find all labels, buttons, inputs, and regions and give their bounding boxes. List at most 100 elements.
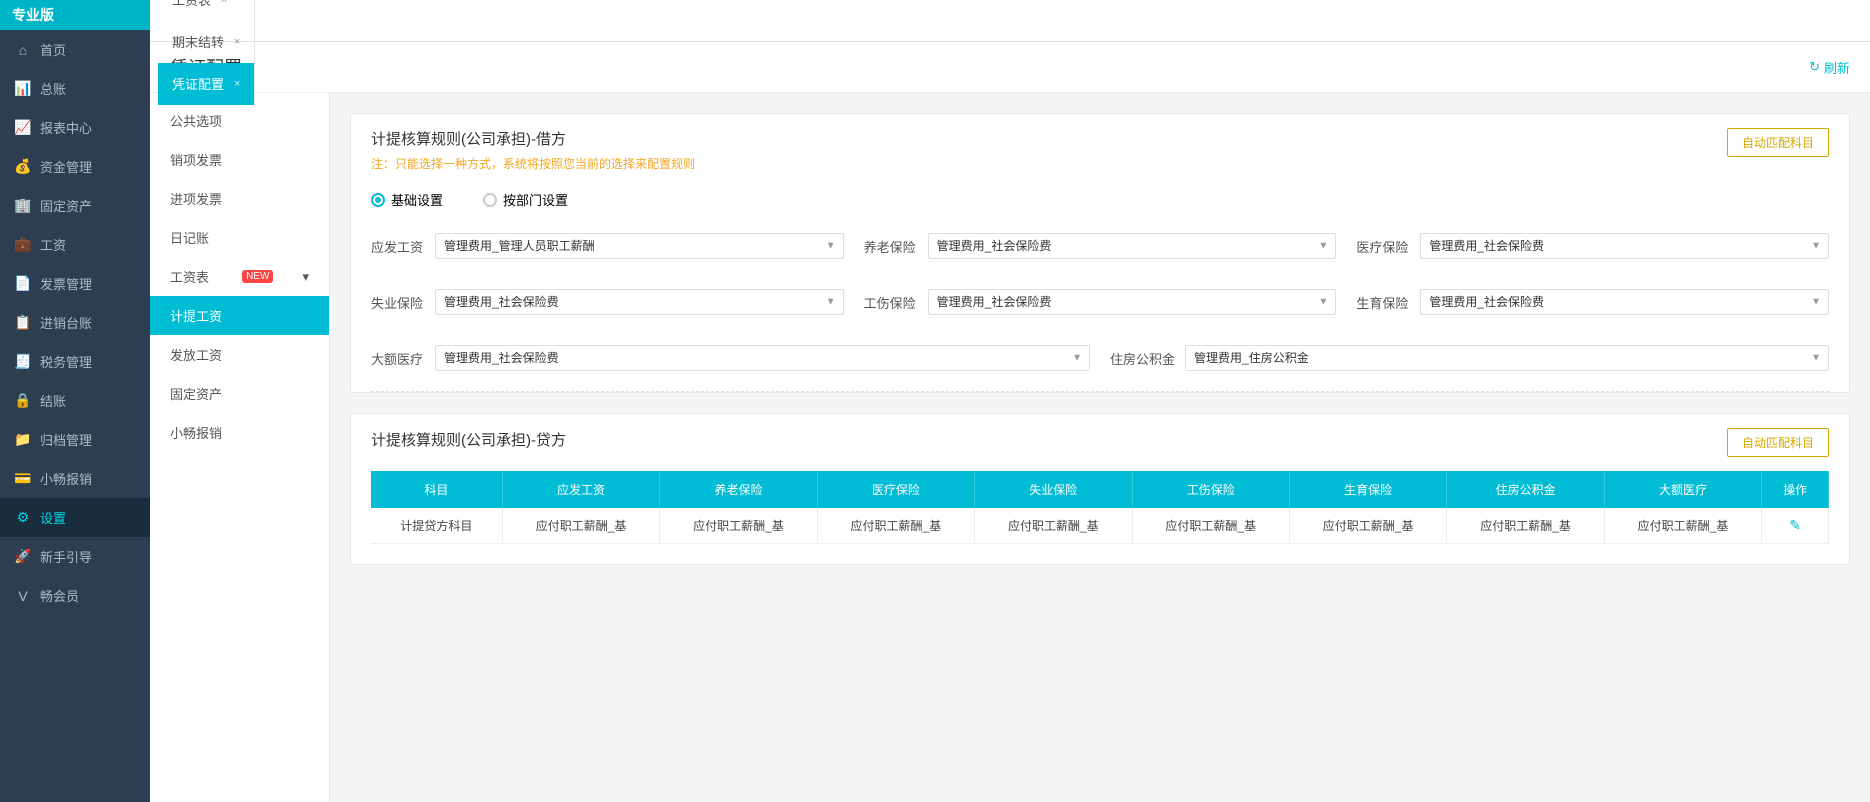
left-menu-item-purchase-invoice[interactable]: 进项发票 — [150, 179, 329, 218]
left-menu-label-fixed-assets: 固定资产 — [170, 384, 222, 403]
col-housing-fund: 住房公积金 — [1447, 471, 1604, 508]
left-menu-item-journal[interactable]: 日记账 — [150, 218, 329, 257]
work-injury-select[interactable]: 管理费用_社会保险费 — [928, 289, 1337, 315]
sidebar-item-payroll[interactable]: 💼 工资 — [0, 225, 150, 264]
left-menu-item-public-options[interactable]: 公共选项 — [150, 101, 329, 140]
content-area: 凭证配置 ↻ 刷新 公共选项销项发票进项发票日记账工资表NEW▾计提工资发放工资… — [150, 42, 1870, 802]
left-menu-item-payroll-table[interactable]: 工资表NEW▾ — [150, 257, 329, 296]
left-menu-item-fixed-assets[interactable]: 固定资产 — [150, 374, 329, 413]
sidebar-item-general-ledger[interactable]: 📊 总账 — [0, 69, 150, 108]
col-work-injury: 工伤保险 — [1132, 471, 1289, 508]
sidebar-item-funds[interactable]: 💰 资金管理 — [0, 147, 150, 186]
field-work-injury: 工伤保险 管理费用_社会保险费 ▼ — [864, 289, 1337, 315]
sidebar-label-invoice: 发票管理 — [40, 274, 92, 293]
sidebar-items: ⌂ 首页 📊 总账 📈 报表中心 💰 资金管理 🏢 固定资产 💼 工资 📄 发票… — [0, 30, 150, 615]
debit-form-row1: 应发工资 管理费用_管理人员职工薪酬 ▼ 养老保险 — [351, 223, 1849, 279]
sidebar-item-tax[interactable]: 🧾 税务管理 — [0, 342, 150, 381]
medical-select-wrapper: 管理费用_社会保险费 ▼ — [1420, 233, 1829, 259]
sidebar-item-closing[interactable]: 🔒 结账 — [0, 381, 150, 420]
left-menu-items: 公共选项销项发票进项发票日记账工资表NEW▾ 计提工资发放工资固定资产小畅报销 — [150, 101, 329, 452]
sidebar-item-archive[interactable]: 📁 归档管理 — [0, 420, 150, 459]
col-pension: 养老保险 — [660, 471, 817, 508]
unemployment-select[interactable]: 管理费用_社会保险费 — [435, 289, 844, 315]
tab-voucher-config[interactable]: 凭证配置× — [158, 63, 255, 105]
left-menu: 公共选项销项发票进项发票日记账工资表NEW▾ 计提工资发放工资固定资产小畅报销 — [150, 93, 330, 802]
sidebar-label-fixed-assets: 固定资产 — [40, 196, 92, 215]
left-menu-label-payroll-calc: 计提工资 — [170, 306, 222, 325]
sidebar-item-expense[interactable]: 💳 小畅报销 — [0, 459, 150, 498]
col-maternity: 生育保险 — [1289, 471, 1446, 508]
top-tabs: 首页工资表×期末结转×凭证配置× — [150, 0, 1870, 42]
unemployment-select-wrapper: 管理费用_社会保险费 ▼ — [435, 289, 844, 315]
credit-auto-match-button[interactable]: 自动匹配科目 — [1727, 428, 1829, 457]
sidebar-label-guide: 新手引导 — [40, 547, 92, 566]
sidebar-item-settings[interactable]: ⚙ 设置 — [0, 498, 150, 537]
sidebar-item-invoice[interactable]: 📄 发票管理 — [0, 264, 150, 303]
debit-form-row3: 大额医疗 管理费用_社会保险费 ▼ 住房公积金 — [351, 335, 1849, 391]
payable-salary-select[interactable]: 管理费用_管理人员职工薪酬 — [435, 233, 844, 259]
housing-fund-label: 住房公积金 — [1110, 349, 1175, 368]
refresh-icon: ↻ — [1809, 59, 1820, 75]
payable-salary-label: 应发工资 — [371, 237, 425, 256]
refresh-button[interactable]: ↻ 刷新 — [1809, 58, 1850, 77]
unemployment-label: 失业保险 — [371, 293, 425, 312]
sidebar-icon-closing: 🔒 — [14, 392, 32, 409]
field-medical: 医疗保险 管理费用_社会保险费 ▼ — [1356, 233, 1829, 259]
sidebar-header: 专业版 — [0, 0, 150, 30]
radio-department[interactable]: 按部门设置 — [483, 190, 568, 209]
sidebar-item-purchase-sales[interactable]: 📋 进销台账 — [0, 303, 150, 342]
tab-label-period-close: 期末结转 — [172, 32, 224, 51]
cell-major-medical: 应付职工薪酬_基 — [1604, 508, 1761, 544]
col-action: 操作 — [1762, 471, 1829, 508]
sidebar-item-member[interactable]: V 畅会员 — [0, 576, 150, 615]
radio-basic-circle — [371, 193, 385, 207]
sidebar-label-tax: 税务管理 — [40, 352, 92, 371]
maternity-select[interactable]: 管理费用_社会保险费 — [1420, 289, 1829, 315]
credit-table-header-row: 科目 应发工资 养老保险 医疗保险 失业保险 工伤保险 生育保险 住房公积金 大… — [371, 471, 1829, 508]
tab-close-voucher-config[interactable]: × — [234, 78, 240, 90]
tab-period-close[interactable]: 期末结转 × — [158, 21, 255, 63]
sidebar-item-fixed-assets[interactable]: 🏢 固定资产 — [0, 186, 150, 225]
payable-salary-select-wrapper: 管理费用_管理人员职工薪酬 ▼ — [435, 233, 844, 259]
left-menu-item-payroll-issue[interactable]: 发放工资 — [150, 335, 329, 374]
radio-basic-label: 基础设置 — [391, 190, 443, 209]
debit-divider — [371, 391, 1829, 392]
left-menu-item-expense-report[interactable]: 小畅报销 — [150, 413, 329, 452]
field-housing-fund: 住房公积金 管理费用_住房公积金 ▼ — [1110, 345, 1829, 371]
debit-section-title: 计提核算规则(公司承担)-借方 — [371, 128, 695, 149]
left-menu-label-public-options: 公共选项 — [170, 111, 222, 130]
sidebar-icon-payroll: 💼 — [14, 236, 32, 253]
credit-table-header: 科目 应发工资 养老保险 医疗保险 失业保险 工伤保险 生育保险 住房公积金 大… — [371, 471, 1829, 508]
sidebar-label-home: 首页 — [40, 40, 66, 59]
sidebar-icon-guide: 🚀 — [14, 548, 32, 565]
sidebar-icon-settings: ⚙ — [14, 509, 32, 526]
sidebar-item-guide[interactable]: 🚀 新手引导 — [0, 537, 150, 576]
edit-icon[interactable]: ✎ — [1789, 517, 1801, 533]
left-menu-item-sales-invoice[interactable]: 销项发票 — [150, 140, 329, 179]
cell-work-injury: 应付职工薪酬_基 — [1132, 508, 1289, 544]
radio-basic[interactable]: 基础设置 — [371, 190, 443, 209]
major-medical-select[interactable]: 管理费用_社会保险费 — [435, 345, 1090, 371]
tab-close-period-close[interactable]: × — [234, 36, 240, 48]
left-menu-item-payroll-calc[interactable]: 计提工资 — [150, 296, 329, 335]
maternity-label: 生育保险 — [1356, 293, 1410, 312]
radio-department-circle — [483, 193, 497, 207]
medical-select[interactable]: 管理费用_社会保险费 — [1420, 233, 1829, 259]
cell-housing-fund: 应付职工薪酬_基 — [1447, 508, 1604, 544]
sidebar-item-reports[interactable]: 📈 报表中心 — [0, 108, 150, 147]
field-payable-salary: 应发工资 管理费用_管理人员职工薪酬 ▼ — [371, 233, 844, 259]
sidebar-label-funds: 资金管理 — [40, 157, 92, 176]
tab-payroll-table[interactable]: 工资表× — [158, 0, 255, 21]
cell-medical: 应付职工薪酬_基 — [817, 508, 974, 544]
main-content: 计提核算规则(公司承担)-借方 注：只能选择一种方式，系统将按照您当前的选择来配… — [330, 93, 1870, 802]
housing-fund-select[interactable]: 管理费用_住房公积金 — [1185, 345, 1829, 371]
tab-close-payroll-table[interactable]: × — [221, 0, 227, 6]
field-major-medical: 大额医疗 管理费用_社会保险费 ▼ — [371, 345, 1090, 371]
credit-table-container: 科目 应发工资 养老保险 医疗保险 失业保险 工伤保险 生育保险 住房公积金 大… — [351, 471, 1849, 564]
cell-action[interactable]: ✎ — [1762, 508, 1829, 544]
pension-select[interactable]: 管理费用_社会保险费 — [928, 233, 1337, 259]
debit-auto-match-button[interactable]: 自动匹配科目 — [1727, 128, 1829, 157]
col-subject: 科目 — [371, 471, 502, 508]
sidebar-item-home[interactable]: ⌂ 首页 — [0, 30, 150, 69]
sidebar-icon-reports: 📈 — [14, 119, 32, 136]
